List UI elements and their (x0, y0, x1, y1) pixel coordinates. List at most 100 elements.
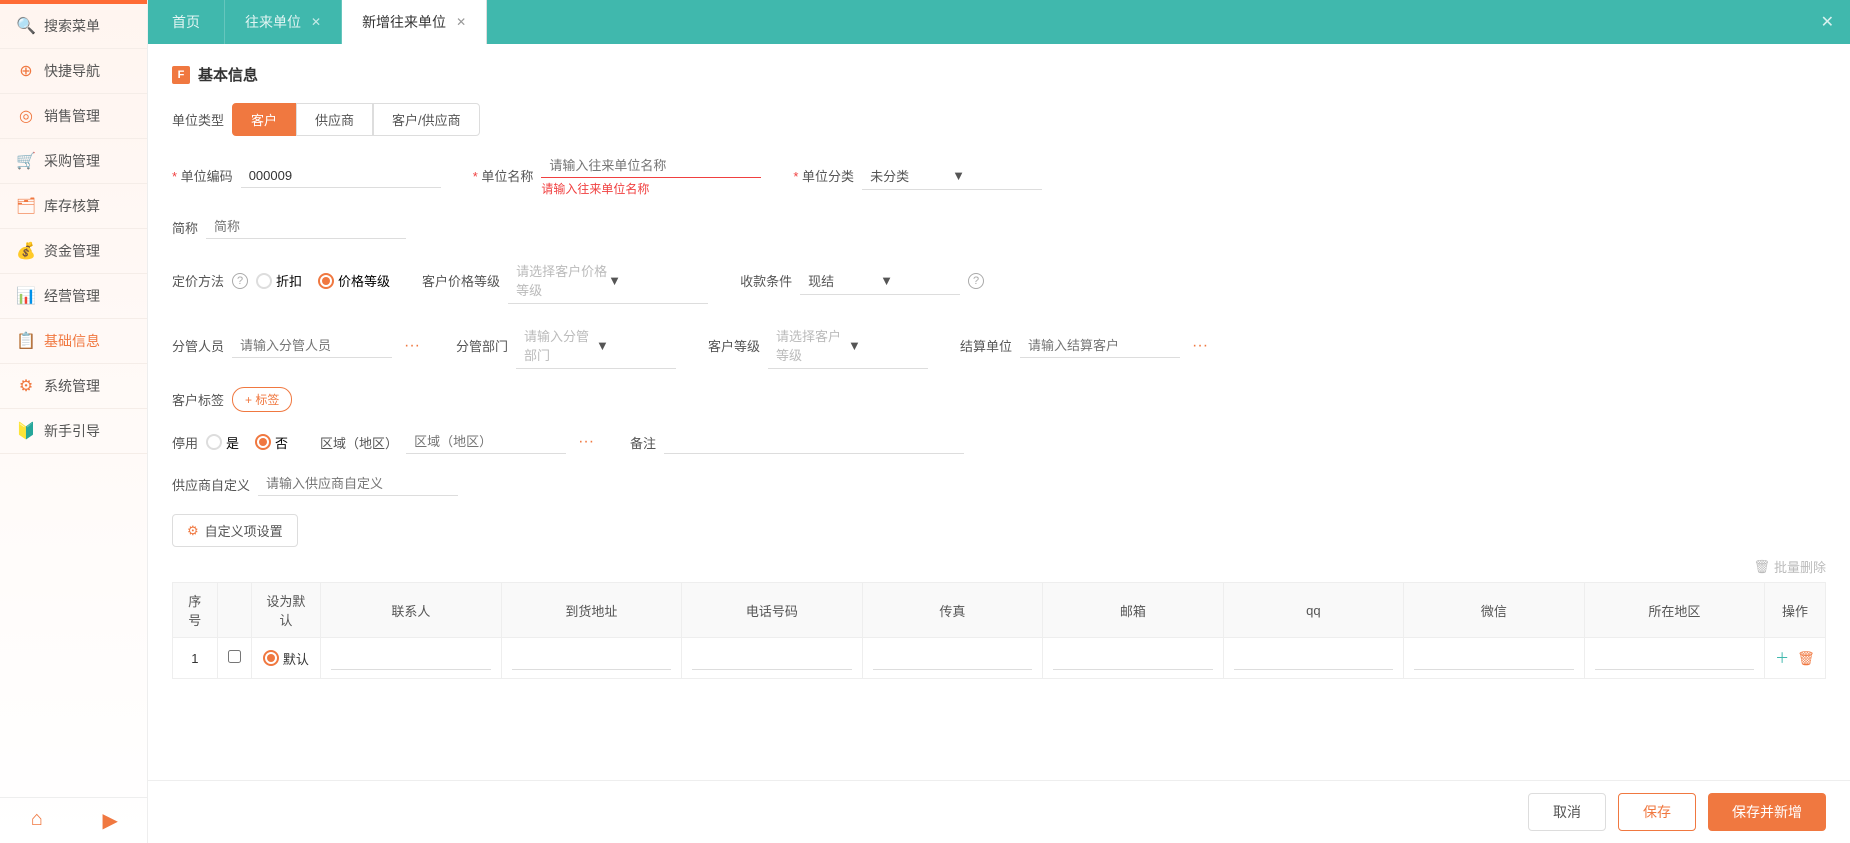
table-row: 1 默认 (173, 638, 1826, 679)
settlement-unit-more-btn[interactable]: ··· (1188, 337, 1212, 355)
pricing-method-level-dot (322, 277, 330, 285)
add-tag-button[interactable]: + 标签 (232, 387, 292, 412)
pricing-method-option-level[interactable]: 价格等级 (318, 271, 390, 290)
save-button[interactable]: 保存 (1618, 793, 1696, 831)
unit-type-btn-customer[interactable]: 客户 (232, 103, 296, 136)
sidebar-item-inventory[interactable]: 🗂 库存核算 (0, 184, 147, 229)
batch-delete-bar[interactable]: 🗑 批量删除 (172, 557, 1826, 576)
sales-icon: ◎ (16, 106, 36, 126)
sidebar-item-basic-info[interactable]: 📋 基础信息 (0, 319, 147, 364)
disabled-option-yes[interactable]: 是 (206, 433, 239, 452)
sidebar-item-newbie[interactable]: 🔰 新手引导 (0, 409, 147, 454)
row-default-option[interactable]: 默认 (263, 649, 309, 668)
department-field: 分管部门 请输入分管部门 ▼ (456, 322, 676, 369)
row-address-input[interactable] (512, 646, 672, 670)
row-qq-input[interactable] (1234, 646, 1394, 670)
th-wechat: 微信 (1404, 583, 1585, 638)
pricing-method-option-discount[interactable]: 折扣 (256, 271, 302, 290)
tab-new-counterparty-close[interactable]: ✕ (456, 15, 466, 29)
pricing-method-help-icon[interactable]: ? (232, 273, 248, 289)
sidebar-item-finance[interactable]: 💰 资金管理 (0, 229, 147, 274)
manager-row: 分管人员 ··· 分管部门 请输入分管部门 ▼ 客户等级 请选择客户等级 ▼ (172, 322, 1826, 369)
manager-input[interactable] (232, 334, 392, 358)
sidebar-item-sales[interactable]: ◎ 销售管理 (0, 94, 147, 139)
customer-price-level-label: 客户价格等级 (422, 271, 500, 290)
department-dropdown[interactable]: 请输入分管部门 ▼ (516, 322, 676, 369)
sidebar-item-system[interactable]: ⚙ 系统管理 (0, 364, 147, 409)
tab-counterparty-close[interactable]: ✕ (311, 15, 321, 29)
settlement-unit-input[interactable] (1020, 334, 1180, 358)
row-checkbox[interactable] (228, 650, 241, 663)
unit-type-label: 单位类型 (172, 110, 224, 129)
region-input[interactable] (406, 430, 566, 454)
manager-more-btn[interactable]: ··· (400, 337, 424, 355)
row-phone (682, 638, 863, 679)
row-add-btn[interactable]: ＋ (1775, 648, 1789, 668)
sidebar-item-finance-label: 资金管理 (44, 241, 100, 261)
row-region-input[interactable] (1595, 646, 1755, 670)
row-actions: ＋ 🗑 (1765, 638, 1826, 679)
short-name-row: 简称 (172, 215, 1826, 239)
customer-price-level-dropdown[interactable]: 请选择客户价格等级 ▼ (508, 257, 708, 304)
row-email-input[interactable] (1053, 646, 1213, 670)
sidebar-bottom: ⌂ ▶ (0, 797, 147, 843)
payment-terms-field: 收款条件 现结 ▼ ? (740, 267, 984, 295)
row-checkbox-cell (217, 638, 251, 679)
custom-settings-button[interactable]: ⚙ 自定义项设置 (172, 514, 298, 547)
department-label: 分管部门 (456, 336, 508, 355)
sidebar: 🔍 搜索菜单 ⊕ 快捷导航 ◎ 销售管理 🛒 采购管理 🗂 库存核算 💰 资金管… (0, 0, 148, 843)
row-wechat-input[interactable] (1414, 646, 1574, 670)
tab-new-counterparty[interactable]: 新增往来单位 ✕ (342, 0, 487, 44)
region-more-btn[interactable]: ··· (574, 433, 598, 451)
row-fax-input[interactable] (873, 646, 1033, 670)
unit-name-input[interactable] (541, 154, 761, 178)
sidebar-home-btn[interactable]: ⌂ (0, 798, 74, 843)
disabled-field: 停用 是 否 (172, 433, 288, 452)
supplier-custom-input[interactable] (258, 472, 458, 496)
sidebar-item-search-label: 搜索菜单 (44, 16, 100, 36)
disabled-no-dot (259, 438, 267, 446)
unit-category-dropdown[interactable]: 未分类 ▼ (862, 162, 1042, 190)
cancel-button[interactable]: 取消 (1528, 793, 1606, 831)
unit-type-btn-supplier[interactable]: 供应商 (296, 103, 373, 136)
tab-counterparty[interactable]: 往来单位 ✕ (225, 0, 342, 44)
remark-label: 备注 (630, 433, 656, 452)
payment-terms-dropdown[interactable]: 现结 ▼ (800, 267, 960, 295)
row-phone-input[interactable] (692, 646, 852, 670)
row-contact-input[interactable] (331, 646, 491, 670)
tabs-close-all[interactable]: ✕ (1821, 0, 1850, 44)
short-name-input[interactable] (206, 215, 406, 239)
sidebar-item-system-label: 系统管理 (44, 376, 100, 396)
sidebar-item-quick-nav[interactable]: ⊕ 快捷导航 (0, 49, 147, 94)
close-all-icon[interactable]: ✕ (1821, 12, 1834, 32)
sidebar-expand-btn[interactable]: ▶ (74, 798, 148, 843)
row-action-btns: ＋ 🗑 (1775, 648, 1815, 668)
unit-type-btn-both[interactable]: 客户/供应商 (373, 103, 480, 136)
unit-code-label: 单位编码 (172, 166, 233, 185)
th-email: 邮箱 (1043, 583, 1224, 638)
tab-home[interactable]: 首页 (148, 0, 225, 44)
row-default: 默认 (251, 638, 321, 679)
customer-level-dropdown[interactable]: 请选择客户等级 ▼ (768, 322, 928, 369)
sidebar-item-operations[interactable]: 📊 经营管理 (0, 274, 147, 319)
batch-delete-label: 批量删除 (1774, 557, 1826, 576)
disabled-option-no[interactable]: 否 (255, 433, 288, 452)
pricing-method-label: 定价方法 (172, 271, 224, 290)
row-delete-btn[interactable]: 🗑 (1797, 650, 1815, 667)
unit-code-input[interactable] (241, 164, 441, 188)
th-region: 所在地区 (1584, 583, 1765, 638)
manager-field: 分管人员 ··· (172, 334, 424, 358)
save-new-button[interactable]: 保存并新增 (1708, 793, 1826, 831)
th-checkbox (217, 583, 251, 638)
tab-counterparty-label: 往来单位 (245, 12, 301, 32)
sidebar-item-search[interactable]: 🔍 搜索菜单 (0, 4, 147, 49)
payment-terms-help-icon[interactable]: ? (968, 273, 984, 289)
table-header: 序号 设为默认 联系人 到货地址 电话号码 传真 邮箱 qq 微信 所在地区 操… (173, 583, 1826, 638)
search-icon: 🔍 (16, 16, 36, 36)
sidebar-item-purchase[interactable]: 🛒 采购管理 (0, 139, 147, 184)
row-default-dot (267, 654, 275, 662)
th-action: 操作 (1765, 583, 1826, 638)
section-title-icon: F (172, 66, 190, 84)
remark-input[interactable] (664, 430, 964, 454)
unit-name-error: 请输入往来单位名称 (541, 180, 761, 197)
